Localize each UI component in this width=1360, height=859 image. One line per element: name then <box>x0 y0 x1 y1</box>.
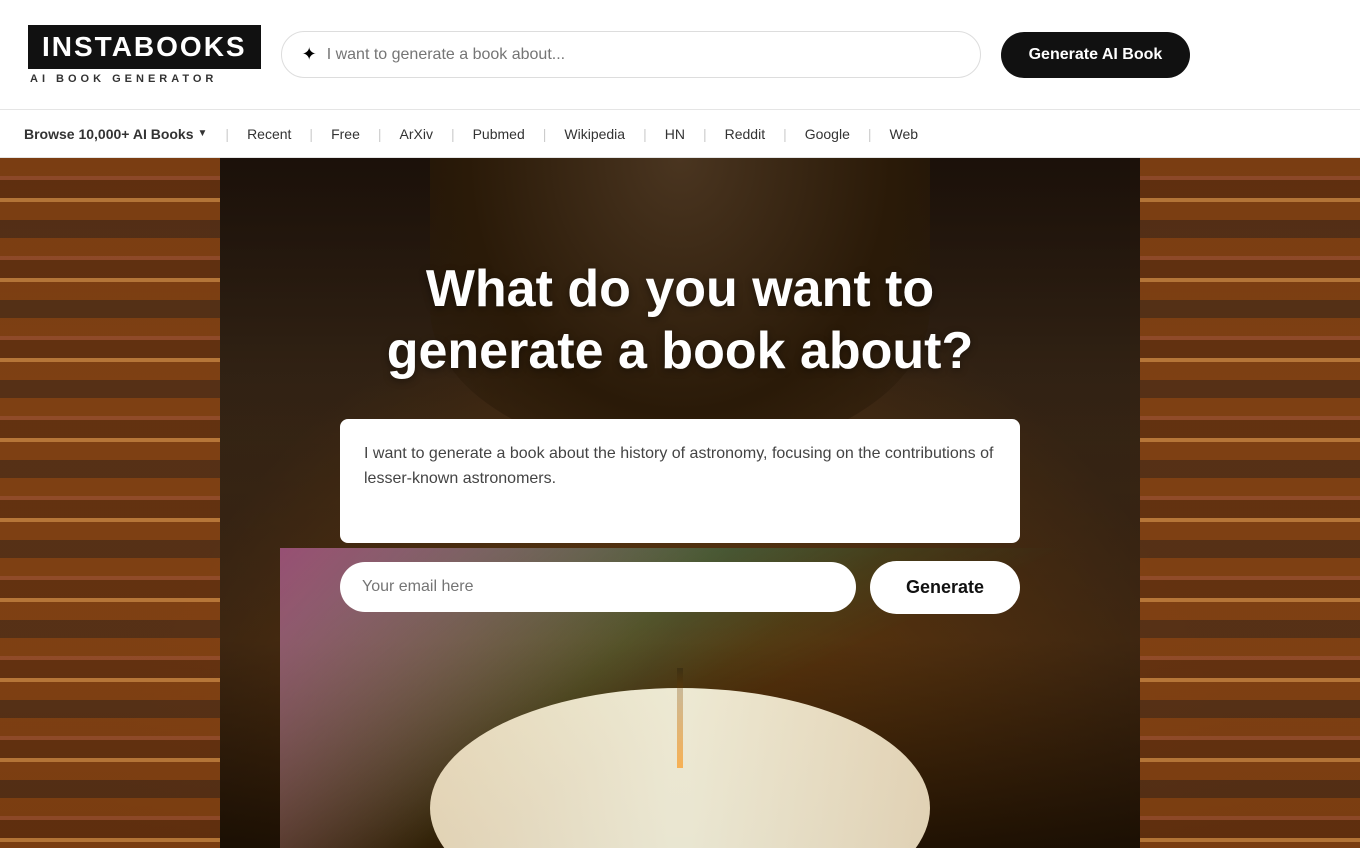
hero-section: What do you want to generate a book abou… <box>0 158 1360 848</box>
nav-free[interactable]: Free <box>313 110 378 157</box>
hero-input-box[interactable] <box>340 419 1020 543</box>
nav-hn[interactable]: HN <box>647 110 703 157</box>
hero-generate-button[interactable]: Generate <box>870 561 1020 614</box>
search-input[interactable] <box>327 46 960 64</box>
logo-area: INSTABOOKS AI BOOK GENERATOR <box>28 25 261 85</box>
hero-title: What do you want to generate a book abou… <box>330 258 1030 383</box>
nav-reddit[interactable]: Reddit <box>707 110 783 157</box>
hero-textarea[interactable] <box>364 441 996 521</box>
logo-main: INSTABOOKS <box>28 25 261 69</box>
nav-web[interactable]: Web <box>872 110 937 157</box>
book-spine <box>677 668 683 768</box>
nav-arxiv[interactable]: ArXiv <box>382 110 451 157</box>
header: INSTABOOKS AI BOOK GENERATOR ✦ Generate … <box>0 0 1360 110</box>
search-bar: ✦ <box>281 31 981 78</box>
nav-recent[interactable]: Recent <box>229 110 309 157</box>
header-search-container: ✦ <box>281 31 981 78</box>
nav-wikipedia[interactable]: Wikipedia <box>546 110 643 157</box>
nav-pubmed[interactable]: Pubmed <box>455 110 543 157</box>
logo-sub: AI BOOK GENERATOR <box>28 73 217 85</box>
hero-email-input[interactable] <box>340 562 856 612</box>
nav-google[interactable]: Google <box>787 110 868 157</box>
hero-bottom-row: Generate <box>340 561 1020 614</box>
sparkle-icon: ✦ <box>302 44 317 65</box>
hero-content: What do you want to generate a book abou… <box>0 158 1360 614</box>
header-generate-button[interactable]: Generate AI Book <box>1001 32 1191 78</box>
nav-bar: Browse 10,000+ AI Books ▼ | Recent | Fre… <box>0 110 1360 158</box>
browse-dropdown-icon: ▼ <box>198 128 208 139</box>
nav-browse[interactable]: Browse 10,000+ AI Books ▼ <box>20 110 225 157</box>
